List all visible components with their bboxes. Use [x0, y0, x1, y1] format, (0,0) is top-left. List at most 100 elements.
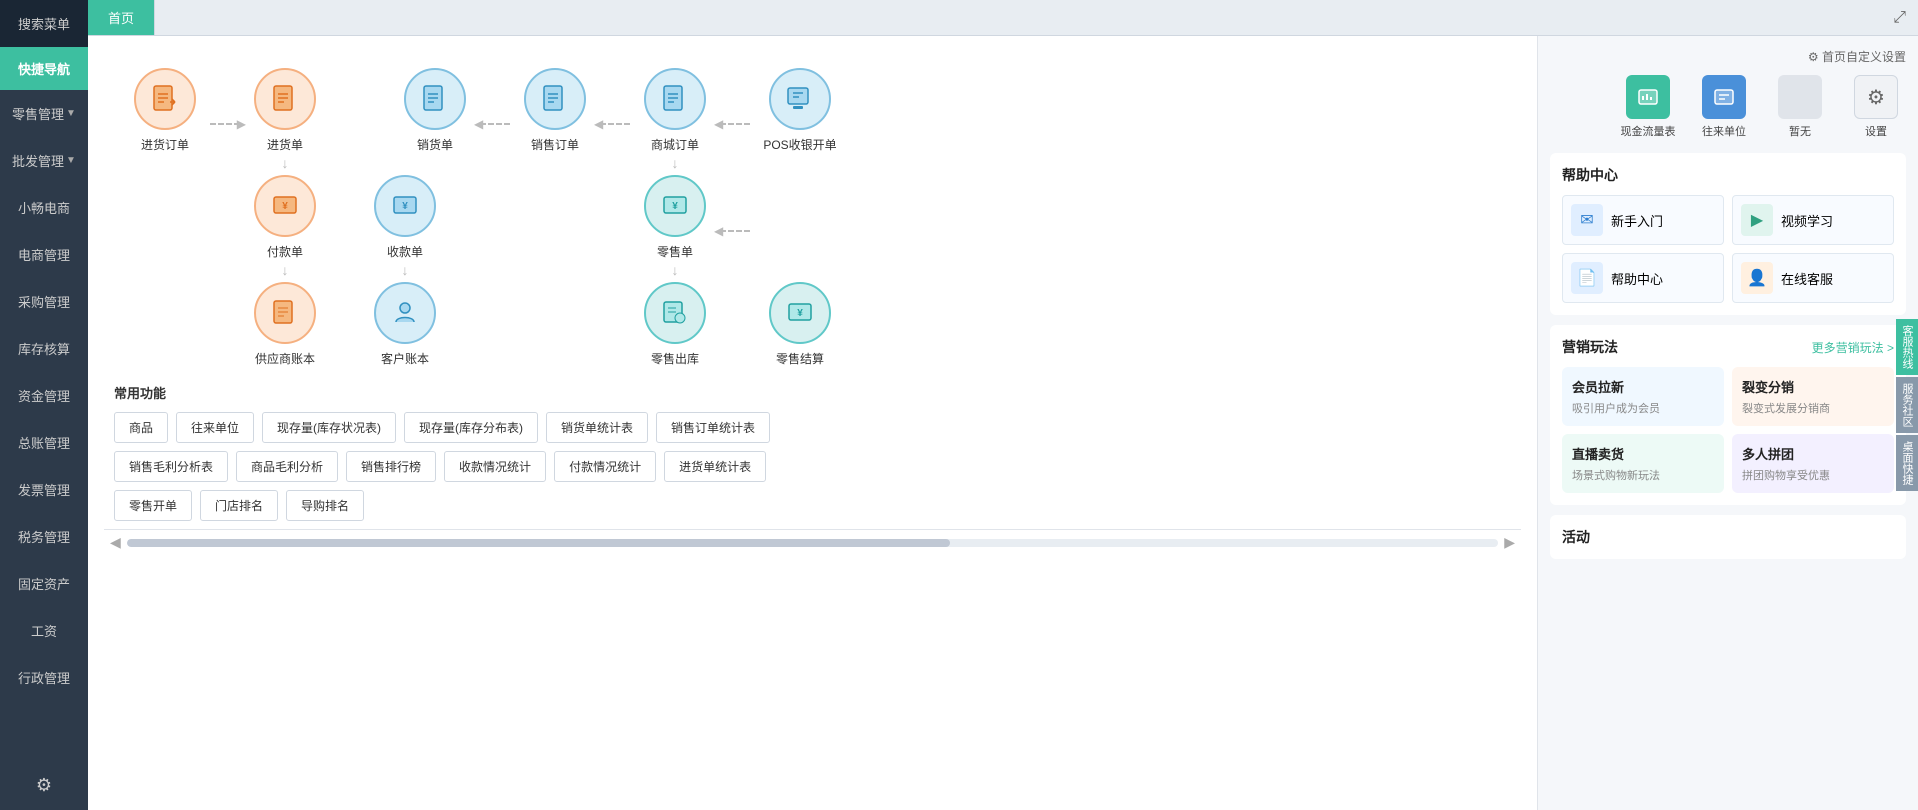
svg-text:¥: ¥ — [402, 201, 408, 212]
qa-partners[interactable]: 往来单位 — [1694, 75, 1754, 139]
sidebar-item-assets[interactable]: 固定资产 — [0, 560, 88, 607]
sidebar-item-label: 批发管理 — [12, 151, 64, 170]
cashflow-label: 现金流量表 — [1621, 123, 1676, 139]
help-label: 帮助中心 — [1611, 269, 1663, 288]
sidebar-item-finance[interactable]: 资金管理 — [0, 372, 88, 419]
marketing-item-member[interactable]: 会员拉新 吸引用户成为会员 — [1562, 367, 1724, 426]
func-btn-goods-profit[interactable]: 商品毛利分析 — [236, 451, 338, 482]
common-functions-title: 常用功能 — [114, 383, 1511, 402]
partners-label: 往来单位 — [1702, 123, 1746, 139]
qa-settings[interactable]: ⚙ 设置 — [1846, 75, 1906, 139]
customer-book-label: 客户账本 — [381, 350, 429, 367]
sales-bill-label: 销货单 — [417, 136, 453, 153]
help-item-help[interactable]: 📄 帮助中心 — [1562, 253, 1724, 303]
sidebar-item-invoice[interactable]: 发票管理 — [0, 466, 88, 513]
func-btn-stock-dist[interactable]: 现存量(库存分布表) — [404, 412, 538, 443]
homepage-settings-link[interactable]: ⚙ 首页自定义设置 — [1808, 48, 1906, 65]
flow-node-sales-bill[interactable]: 销货单 — [390, 68, 480, 153]
marketing-header: 营销玩法 更多营销玩法 > — [1562, 337, 1894, 357]
sidebar-item-ledger[interactable]: 总账管理 — [0, 419, 88, 466]
sidebar-item-label: 资金管理 — [18, 386, 70, 405]
chevron-down-icon: ▼ — [66, 108, 76, 119]
func-btn-sales-stat[interactable]: 销货单统计表 — [546, 412, 648, 443]
func-btn-payment-stat[interactable]: 付款情况统计 — [554, 451, 656, 482]
marketing-item-fission[interactable]: 裂变分销 裂变式发展分销商 — [1732, 367, 1894, 426]
func-btn-stock-status[interactable]: 现存量(库存状况表) — [262, 412, 396, 443]
service-label: 在线客服 — [1781, 269, 1833, 288]
help-item-beginner[interactable]: ✉ 新手入门 — [1562, 195, 1724, 245]
none-icon — [1778, 75, 1822, 119]
pos-label: POS收银开单 — [763, 136, 836, 153]
sidebar-item-label: 行政管理 — [18, 668, 70, 687]
sidebar-item-label: 工资 — [31, 621, 57, 640]
sidebar-item-ecommerce-small[interactable]: 小畅电商 — [0, 184, 88, 231]
marketing-item-group[interactable]: 多人拼团 拼团购物享受优惠 — [1732, 434, 1894, 493]
marketing-more-link[interactable]: 更多营销玩法 > — [1812, 339, 1894, 356]
func-btn-store-rank[interactable]: 门店排名 — [200, 490, 278, 521]
flow-node-mall-order[interactable]: 商城订单 — [630, 68, 720, 153]
flow-node-sales-order[interactable]: 销售订单 — [510, 68, 600, 153]
func-btn-purchase-stat[interactable]: 进货单统计表 — [664, 451, 766, 482]
search-menu-button[interactable]: 搜索菜单 — [0, 0, 88, 47]
marketing-section: 营销玩法 更多营销玩法 > 会员拉新 吸引用户成为会员 裂变分销 裂变式发展分销… — [1550, 325, 1906, 505]
flow-node-supplier-book[interactable]: 供应商账本 — [240, 282, 330, 367]
flow-node-payment[interactable]: ¥ 付款单 — [240, 175, 330, 260]
func-btn-receipt-stat[interactable]: 收款情况统计 — [444, 451, 546, 482]
settings-icon[interactable]: ⚙ — [0, 761, 88, 810]
flow-node-receipt[interactable]: ¥ 收款单 — [360, 175, 450, 260]
settings-label: 设置 — [1865, 123, 1887, 139]
func-btn-goods[interactable]: 商品 — [114, 412, 168, 443]
scroll-left-button[interactable]: ◀ — [104, 534, 127, 551]
func-row-2: 销售毛利分析表 商品毛利分析 销售排行榜 收款情况统计 付款情况统计 进货单统计… — [114, 451, 1511, 482]
scroll-track[interactable] — [127, 539, 1498, 547]
beginner-label: 新手入门 — [1611, 211, 1663, 230]
scroll-thumb — [127, 539, 950, 547]
qa-none[interactable]: 暂无 — [1770, 75, 1830, 139]
mall-order-icon — [644, 68, 706, 130]
func-btn-retail-order[interactable]: 零售开单 — [114, 490, 192, 521]
chevron-down-icon: ▼ — [66, 155, 76, 166]
sidebar-item-purchase[interactable]: 采购管理 — [0, 278, 88, 325]
flow-node-pos[interactable]: POS收银开单 — [750, 68, 850, 153]
sidebar-item-admin[interactable]: 行政管理 — [0, 654, 88, 701]
quick-nav-item[interactable]: 快捷导航 — [0, 47, 88, 90]
retail-out-icon — [644, 282, 706, 344]
func-btn-sales-profit[interactable]: 销售毛利分析表 — [114, 451, 228, 482]
side-btn-desktop[interactable]: 桌面快捷 — [1896, 435, 1918, 491]
sidebar-item-label: 固定资产 — [18, 574, 70, 593]
flow-node-purchase-bill[interactable]: 进货单 — [240, 68, 330, 153]
sidebar-item-tax[interactable]: 税务管理 — [0, 513, 88, 560]
tab-home[interactable]: 首页 — [88, 0, 155, 35]
flow-node-retail-settle[interactable]: ¥ 零售结算 — [750, 282, 850, 367]
func-btn-sales-rank[interactable]: 销售排行榜 — [346, 451, 436, 482]
member-desc: 吸引用户成为会员 — [1572, 400, 1714, 416]
common-functions-section: 常用功能 商品 往来单位 现存量(库存状况表) 现存量(库存分布表) 销货单统计… — [104, 383, 1521, 521]
sidebar-item-ecommerce[interactable]: 电商管理 — [0, 231, 88, 278]
side-btn-customer-service[interactable]: 客服热线 — [1896, 319, 1918, 375]
func-btn-partners[interactable]: 往来单位 — [176, 412, 254, 443]
flow-node-retail-out[interactable]: 零售出库 — [630, 282, 720, 367]
flow-node-retail-bill[interactable]: ¥ 零售单 — [630, 175, 720, 260]
func-btn-guide-rank[interactable]: 导购排名 — [286, 490, 364, 521]
marketing-item-live[interactable]: 直播卖货 场景式购物新玩法 — [1562, 434, 1724, 493]
sidebar-item-label: 库存核算 — [18, 339, 70, 358]
func-row-3: 零售开单 门店排名 导购排名 — [114, 490, 1511, 521]
retail-bill-label: 零售单 — [657, 243, 693, 260]
flow-node-customer-book[interactable]: 客户账本 — [360, 282, 450, 367]
func-btn-sales-order-stat[interactable]: 销售订单统计表 — [656, 412, 770, 443]
help-item-video[interactable]: ▶ 视频学习 — [1732, 195, 1894, 245]
side-btn-community[interactable]: 服务社区 — [1896, 377, 1918, 433]
cashflow-icon — [1626, 75, 1670, 119]
main-area: 首页 ⤢ — [88, 0, 1918, 810]
scroll-right-button[interactable]: ▶ — [1498, 534, 1521, 551]
sidebar-item-inventory[interactable]: 库存核算 — [0, 325, 88, 372]
flow-node-purchase-order[interactable]: 进货订单 — [120, 68, 210, 153]
sidebar-item-wholesale[interactable]: 批发管理 ▼ — [0, 137, 88, 184]
retail-settle-label: 零售结算 — [776, 350, 824, 367]
qa-cashflow[interactable]: 现金流量表 — [1618, 75, 1678, 139]
help-icon: 📄 — [1571, 262, 1603, 294]
help-item-service[interactable]: 👤 在线客服 — [1732, 253, 1894, 303]
sidebar-item-salary[interactable]: 工资 — [0, 607, 88, 654]
sidebar-item-retail[interactable]: 零售管理 ▼ — [0, 90, 88, 137]
expand-icon[interactable]: ⤢ — [1881, 9, 1918, 27]
